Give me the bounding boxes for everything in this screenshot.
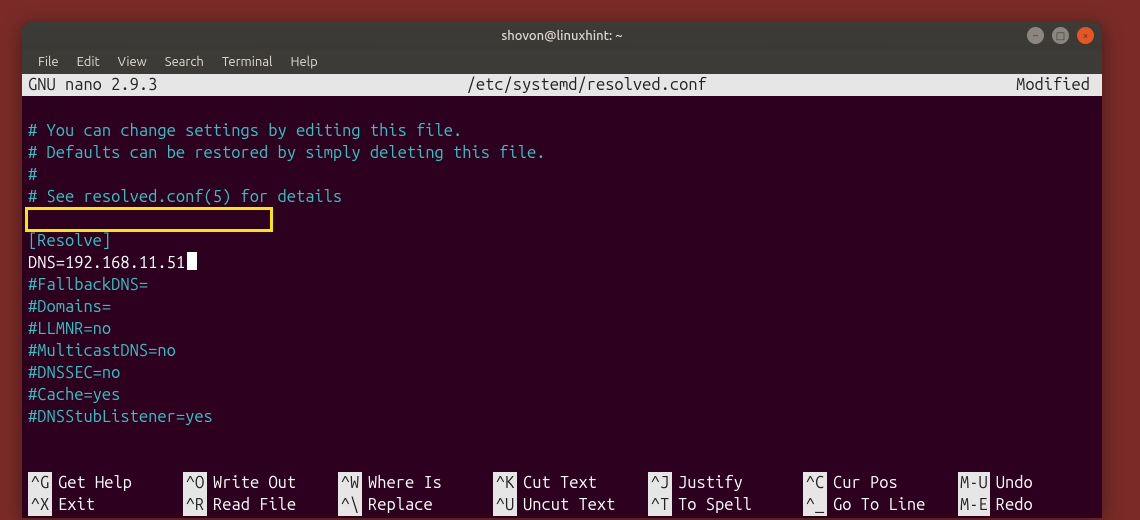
file-line-comment: #FallbackDNS= bbox=[28, 274, 1096, 296]
shortcut-exit[interactable]: ^X Exit bbox=[28, 494, 183, 516]
nano-modified: Modified bbox=[1016, 74, 1096, 96]
file-line-comment: # See resolved.conf(5) for details bbox=[28, 186, 1096, 208]
key-label: ^\ bbox=[338, 494, 362, 516]
close-icon[interactable]: × bbox=[1077, 27, 1094, 44]
shortcut-read-file[interactable]: ^R Read File bbox=[183, 494, 338, 516]
file-line-dns[interactable]: DNS=192.168.11.51 bbox=[28, 252, 1096, 274]
file-line-comment: # You can change settings by editing thi… bbox=[28, 120, 1096, 142]
shortcut-go-to-line[interactable]: ^_ Go To Line bbox=[803, 494, 958, 516]
shortcut-undo[interactable]: M-U Undo bbox=[958, 472, 1033, 494]
shortcut-label: Cut Text bbox=[523, 472, 597, 494]
maximize-icon[interactable]: □ bbox=[1052, 27, 1069, 44]
shortcut-label: Redo bbox=[996, 494, 1033, 516]
shortcut-label: Uncut Text bbox=[523, 494, 615, 516]
file-line-section: [Resolve] bbox=[28, 230, 1096, 252]
nano-filename: /etc/systemd/resolved.conf bbox=[157, 74, 1016, 96]
file-line-blank bbox=[28, 208, 1096, 230]
titlebar: shovon@linuxhint: ~ – □ × bbox=[22, 22, 1102, 50]
window-title: shovon@linuxhint: ~ bbox=[22, 29, 1102, 43]
shortcut-label: Where Is bbox=[368, 472, 442, 494]
key-label: ^G bbox=[28, 472, 52, 494]
file-line-comment: #MulticastDNS=no bbox=[28, 340, 1096, 362]
shortcut-write-out[interactable]: ^O Write Out bbox=[183, 472, 338, 494]
menu-terminal[interactable]: Terminal bbox=[214, 53, 281, 71]
file-line-comment: #DNSStubListener=yes bbox=[28, 406, 1096, 428]
menu-edit[interactable]: Edit bbox=[69, 53, 108, 71]
key-label: ^R bbox=[183, 494, 207, 516]
shortcut-row-2: ^X Exit ^R Read File ^\ Replace ^U Uncut Tex… bbox=[28, 494, 1096, 516]
menu-search[interactable]: Search bbox=[157, 53, 212, 71]
shortcut-label: Replace bbox=[368, 494, 433, 516]
menubar: File Edit View Search Terminal Help bbox=[22, 50, 1102, 74]
key-label: ^_ bbox=[803, 494, 827, 516]
key-label: ^X bbox=[28, 494, 52, 516]
terminal-area[interactable]: GNU nano 2.9.3 /etc/systemd/resolved.con… bbox=[22, 74, 1102, 518]
shortcut-label: Read File bbox=[213, 494, 296, 516]
editor-content[interactable]: # You can change settings by editing thi… bbox=[22, 96, 1102, 474]
shortcut-get-help[interactable]: ^G Get Help bbox=[28, 472, 183, 494]
key-label: M-U bbox=[958, 472, 990, 494]
file-line-comment: #Cache=yes bbox=[28, 384, 1096, 406]
nano-statusbar: GNU nano 2.9.3 /etc/systemd/resolved.con… bbox=[22, 74, 1102, 96]
shortcut-where-is[interactable]: ^W Where Is bbox=[338, 472, 493, 494]
file-line-comment: #Domains= bbox=[28, 296, 1096, 318]
shortcut-justify[interactable]: ^J Justify bbox=[648, 472, 803, 494]
shortcut-redo[interactable]: M-E Redo bbox=[958, 494, 1033, 516]
key-label: ^T bbox=[648, 494, 672, 516]
shortcut-row-1: ^G Get Help ^O Write Out ^W Where Is ^K Cut … bbox=[28, 472, 1096, 494]
nano-shortcut-bar: ^G Get Help ^O Write Out ^W Where Is ^K Cut … bbox=[22, 472, 1102, 518]
shortcut-cur-pos[interactable]: ^C Cur Pos bbox=[803, 472, 958, 494]
text-cursor bbox=[187, 252, 197, 270]
shortcut-label: Justify bbox=[678, 472, 743, 494]
shortcut-cut-text[interactable]: ^K Cut Text bbox=[493, 472, 648, 494]
key-label: ^K bbox=[493, 472, 517, 494]
shortcut-uncut-text[interactable]: ^U Uncut Text bbox=[493, 494, 648, 516]
shortcut-to-spell[interactable]: ^T To Spell bbox=[648, 494, 803, 516]
nano-version: GNU nano 2.9.3 bbox=[28, 74, 157, 96]
window-controls: – □ × bbox=[1027, 27, 1094, 44]
dns-setting-text: DNS=192.168.11.51 bbox=[28, 254, 185, 272]
terminal-window: shovon@linuxhint: ~ – □ × File Edit View… bbox=[22, 22, 1102, 518]
shortcut-label: Go To Line bbox=[833, 494, 925, 516]
file-line-comment: # bbox=[28, 164, 1096, 186]
file-line-comment: #DNSSEC=no bbox=[28, 362, 1096, 384]
file-line-comment: #LLMNR=no bbox=[28, 318, 1096, 340]
shortcut-label: Exit bbox=[58, 494, 95, 516]
file-line-comment: # Defaults can be restored by simply del… bbox=[28, 142, 1096, 164]
key-label: ^C bbox=[803, 472, 827, 494]
shortcut-label: To Spell bbox=[678, 494, 752, 516]
key-label: M-E bbox=[958, 494, 990, 516]
shortcut-label: Undo bbox=[996, 472, 1033, 494]
menu-view[interactable]: View bbox=[110, 53, 155, 71]
menu-file[interactable]: File bbox=[30, 53, 67, 71]
key-label: ^U bbox=[493, 494, 517, 516]
key-label: ^W bbox=[338, 472, 362, 494]
minimize-icon[interactable]: – bbox=[1027, 27, 1044, 44]
shortcut-label: Cur Pos bbox=[833, 472, 898, 494]
shortcut-label: Get Help bbox=[58, 472, 132, 494]
shortcut-label: Write Out bbox=[213, 472, 296, 494]
menu-help[interactable]: Help bbox=[282, 53, 325, 71]
key-label: ^J bbox=[648, 472, 672, 494]
shortcut-replace[interactable]: ^\ Replace bbox=[338, 494, 493, 516]
key-label: ^O bbox=[183, 472, 207, 494]
